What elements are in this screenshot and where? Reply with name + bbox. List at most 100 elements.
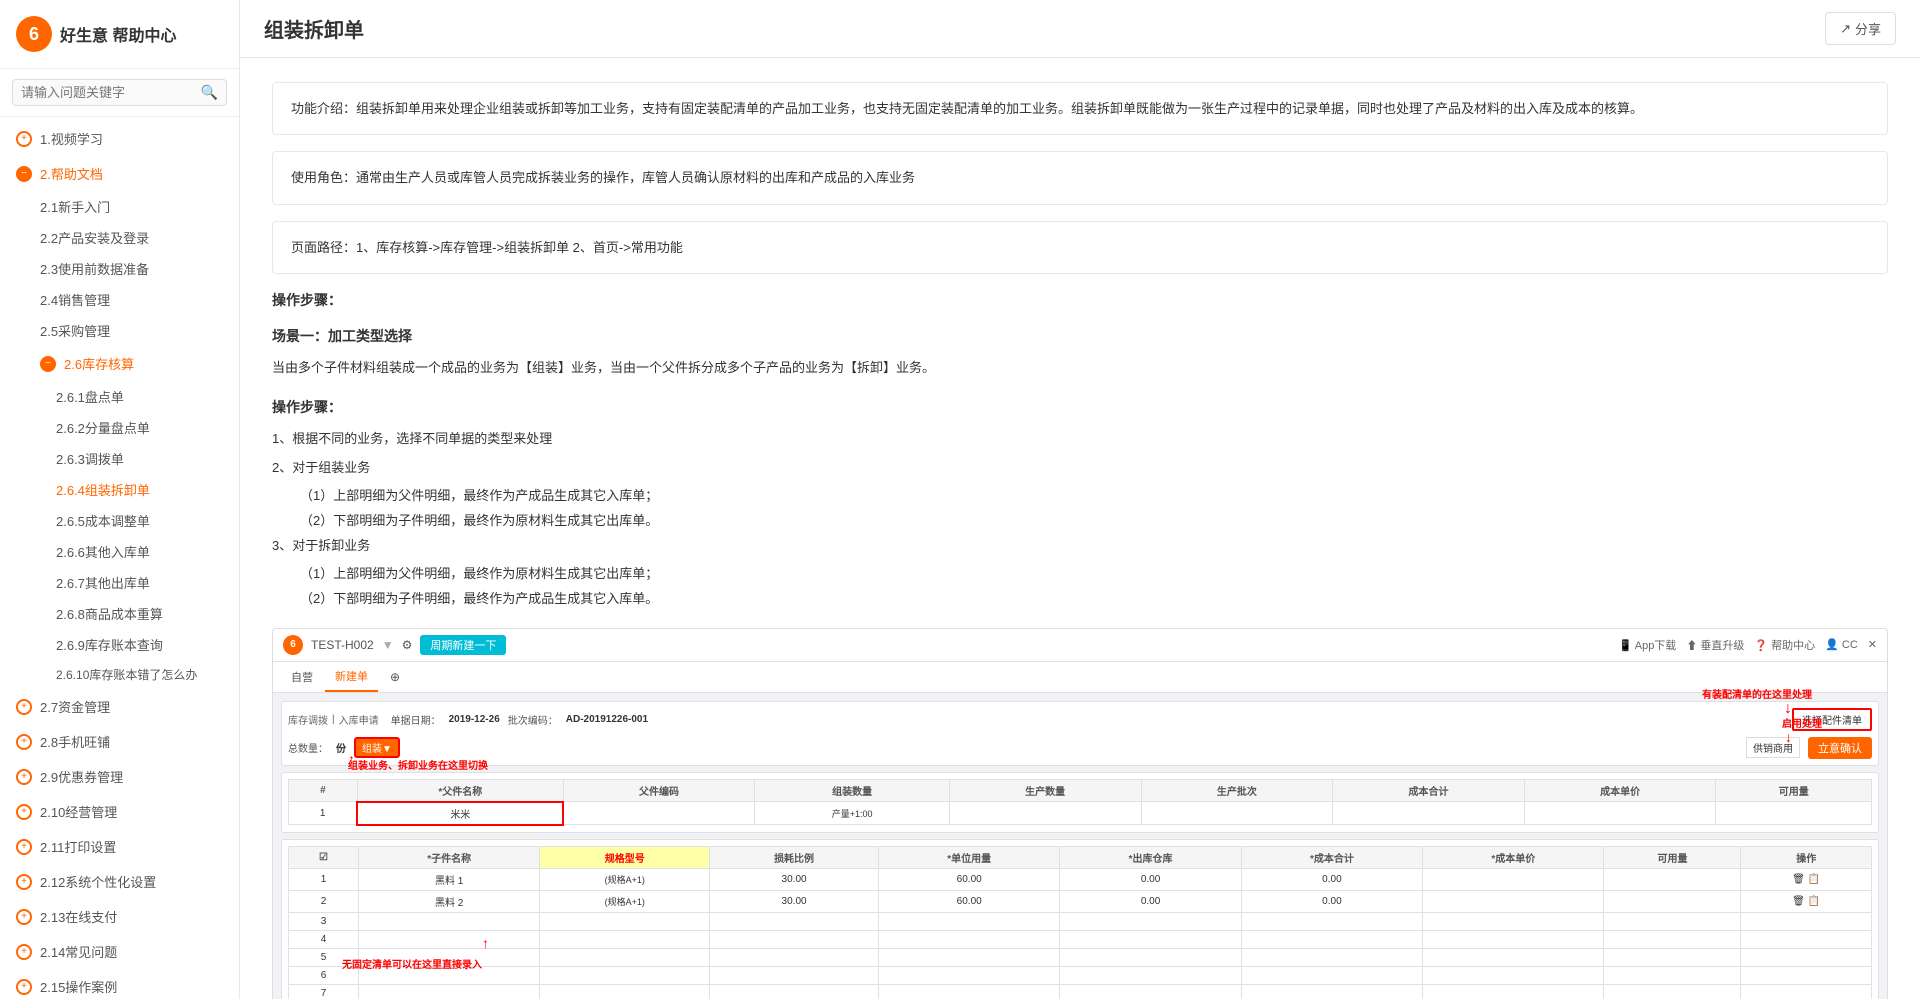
plus-icon-2-9: + bbox=[16, 769, 32, 785]
ss-td-pcode bbox=[563, 802, 755, 825]
ss-nav-home: 自营 bbox=[281, 663, 323, 691]
search-icon[interactable]: 🔍 bbox=[201, 84, 218, 101]
ss-lower-table: ☑ *子件名称 规格型号 损耗比例 *单位用量 *出库仓库 *成本合计 *成本单… bbox=[288, 846, 1872, 999]
table-row: 2 黑料 2 (规格A+1) 30.00 60.00 0.00 0.00 🗑 📋 bbox=[289, 890, 1872, 912]
step3: 3、对于拆卸业务 bbox=[272, 534, 1888, 559]
sidebar-item-2-10[interactable]: + 2.10经营管理 bbox=[0, 794, 239, 829]
ss-td-cop1: 🗑 📋 bbox=[1741, 868, 1872, 890]
ss-lower-table-section: ☑ *子件名称 规格型号 损耗比例 *单位用量 *出库仓库 *成本合计 *成本单… bbox=[281, 839, 1879, 999]
ss-td-cn1: 黑料 1 bbox=[359, 868, 540, 890]
step3-sub1: （1）上部明细为父件明细，最终作为原材料生成其它出库单； bbox=[300, 562, 1888, 587]
ss-td-ctu2 bbox=[1423, 890, 1604, 912]
ss-th-parent-code: 父件编码 bbox=[563, 779, 755, 802]
intro-func-block: 功能介绍：组装拆卸单用来处理企业组装或拆卸等加工业务，支持有固定装配清单的产品加… bbox=[272, 82, 1888, 135]
plus-icon-2-15: + bbox=[16, 979, 32, 995]
ss-arrow3: ↓ bbox=[1785, 729, 1792, 745]
ss-th-wh: *出库仓库 bbox=[1060, 846, 1241, 868]
sidebar-item-2-5[interactable]: 2.5采购管理 bbox=[0, 315, 239, 346]
ss-count-label: 总数量： bbox=[288, 740, 328, 755]
sidebar-item-2-6-9[interactable]: 2.6.9库存账本查询 bbox=[0, 629, 239, 660]
ss-annotation2: 组装业务、拆卸业务在这里切换 bbox=[348, 757, 488, 772]
app-title: 好生意 帮助中心 bbox=[60, 22, 176, 46]
ss-upgrade: ⬆ 垂直升级 bbox=[1686, 637, 1744, 653]
sidebar-item-2-6-4[interactable]: 2.6.4组装拆卸单 bbox=[0, 474, 239, 505]
sidebar-item-docs[interactable]: − 2.帮助文档 bbox=[0, 156, 239, 191]
sidebar-item-2-9[interactable]: + 2.9优惠券管理 bbox=[0, 759, 239, 794]
ss-th-avail: 可用量 bbox=[1716, 779, 1872, 802]
sidebar-item-2-3[interactable]: 2.3使用前数据准备 bbox=[0, 253, 239, 284]
ss-th-avail2: 可用量 bbox=[1604, 846, 1741, 868]
sidebar-item-2-6-1[interactable]: 2.6.1盘点单 bbox=[0, 381, 239, 412]
sidebar-item-2-11[interactable]: + 2.11打印设置 bbox=[0, 829, 239, 864]
scene1-desc: 当由多个子件材料组装成一个成品的业务为【组装】业务，当由一个父件拆分成多个子产品… bbox=[272, 356, 1888, 381]
sidebar-item-2-6-5[interactable]: 2.6.5成本调整单 bbox=[0, 505, 239, 536]
ss-td-pquantity bbox=[949, 802, 1141, 825]
sidebar-item-2-12[interactable]: + 2.12系统个性化设置 bbox=[0, 864, 239, 899]
intro-role-text: 使用角色：通常由生产人员或库管人员完成拆装业务的操作，库管人员确认原材料的出库和… bbox=[291, 170, 915, 185]
step2-sub1: （1）上部明细为父件明细，最终作为产成品生成其它入库单； bbox=[300, 484, 1888, 509]
intro-path-block: 页面路径：1、库存核算->库存管理->组装拆卸单 2、首页->常用功能 bbox=[272, 221, 1888, 274]
ss-content: 库存调拨 | 入库申请 单据日期： 2019-12-26 批次编码： AD-20… bbox=[273, 693, 1887, 999]
sidebar-item-2-6[interactable]: − 2.6库存核算 bbox=[0, 346, 239, 381]
ss-th-batch: 生产批次 bbox=[1141, 779, 1333, 802]
ss-type-label: 库存调拨 bbox=[288, 712, 328, 727]
ss-td-ct1: 0.00 bbox=[1241, 868, 1422, 890]
screenshot: 6 TEST-H002 ▼ ⚙ 周期新建一下 📱 App下载 ⬆ 垂直升级 ❓ … bbox=[272, 628, 1888, 999]
sidebar-item-2-6-7[interactable]: 2.6.7其他出库单 bbox=[0, 567, 239, 598]
ops-title: 操作步骤： bbox=[272, 290, 1888, 310]
table-row: 5 bbox=[289, 948, 1872, 966]
ss-header: 6 TEST-H002 ▼ ⚙ 周期新建一下 📱 App下载 ⬆ 垂直升级 ❓ … bbox=[273, 629, 1887, 662]
logo-icon: 6 bbox=[16, 16, 52, 52]
ss-td-ca1 bbox=[1604, 868, 1741, 890]
plus-icon-2-14: + bbox=[16, 944, 32, 960]
search-input[interactable] bbox=[21, 85, 201, 100]
sidebar-item-2-1[interactable]: 2.1新手入门 bbox=[0, 191, 239, 222]
table-row: 1 米米 产量+1:00 bbox=[289, 802, 1872, 825]
ss-app-store: 📱 App下载 bbox=[1619, 637, 1677, 653]
ss-upper-table: # *父件名称 父件编码 组装数量 生产数量 生产批次 成本合计 成本单价 可用… bbox=[288, 779, 1872, 826]
ss-td-cl2: 30.00 bbox=[710, 890, 879, 912]
ss-topbar-right: 📱 App下载 ⬆ 垂直升级 ❓ 帮助中心 👤 CC ✕ bbox=[1619, 637, 1877, 653]
ss-confirm-btn: 立意确认 bbox=[1808, 737, 1872, 759]
sidebar-item-2-2[interactable]: 2.2产品安装及登录 bbox=[0, 222, 239, 253]
sidebar-item-2-7[interactable]: + 2.7资金管理 bbox=[0, 689, 239, 724]
ss-th-cost-u: *成本单价 bbox=[1423, 846, 1604, 868]
ss-td-avail bbox=[1716, 802, 1872, 825]
ss-th-spec: 规格型号 bbox=[540, 846, 710, 868]
sidebar-item-2-6-6[interactable]: 2.6.6其他入库单 bbox=[0, 536, 239, 567]
share-button[interactable]: ↗ 分享 bbox=[1825, 12, 1896, 45]
sidebar-label-2-7: 2.7资金管理 bbox=[40, 697, 110, 716]
ss-form-section: 库存调拨 | 入库申请 单据日期： 2019-12-26 批次编码： AD-20… bbox=[281, 701, 1879, 766]
ss-th-prod-qty: 生产数量 bbox=[949, 779, 1141, 802]
ss-th-check: ☑ bbox=[289, 846, 359, 868]
scene1-title: 场景一：加工类型选择 bbox=[272, 326, 1888, 346]
sidebar-item-2-6-2[interactable]: 2.6.2分量盘点单 bbox=[0, 412, 239, 443]
intro-path-text: 页面路径：1、库存核算->库存管理->组装拆卸单 2、首页->常用功能 bbox=[291, 240, 683, 255]
sidebar-item-2-4[interactable]: 2.4销售管理 bbox=[0, 284, 239, 315]
sidebar: 6 好生意 帮助中心 🔍 + 1.视频学习 − 2.帮助文档 2.1新手入门 2… bbox=[0, 0, 240, 999]
ss-upper-table-section: # *父件名称 父件编码 组装数量 生产数量 生产批次 成本合计 成本单价 可用… bbox=[281, 772, 1879, 833]
plus-icon-2-7: + bbox=[16, 699, 32, 715]
ss-td-cs1: (规格A+1) bbox=[540, 868, 710, 890]
sidebar-item-2-6-10[interactable]: 2.6.10库存账本错了怎么办 bbox=[0, 660, 239, 689]
ss-assy-toggle: 组装▼ bbox=[354, 737, 400, 758]
sidebar-item-2-8[interactable]: + 2.8手机旺铺 bbox=[0, 724, 239, 759]
sidebar-label-2-8: 2.8手机旺铺 bbox=[40, 732, 110, 751]
minus-icon-2-6: − bbox=[40, 356, 56, 372]
sidebar-item-2-14[interactable]: + 2.14常见问题 bbox=[0, 934, 239, 969]
ss-td-ca2 bbox=[1604, 890, 1741, 912]
sidebar-item-2-15[interactable]: + 2.15操作案例 bbox=[0, 969, 239, 999]
ss-th-unit-use: *单位用量 bbox=[879, 846, 1060, 868]
sidebar-label-2-10: 2.10经营管理 bbox=[40, 802, 117, 821]
ss-td-idx: 1 bbox=[289, 802, 358, 825]
plus-icon-2-11: + bbox=[16, 839, 32, 855]
sidebar-item-2-6-3[interactable]: 2.6.3调拨单 bbox=[0, 443, 239, 474]
ss-dropdown: ▼ bbox=[382, 638, 394, 652]
sidebar-item-2-13[interactable]: + 2.13在线支付 bbox=[0, 899, 239, 934]
ss-nav: 自营 新建单 ⊕ bbox=[273, 662, 1887, 693]
sidebar-item-2-6-8[interactable]: 2.6.8商品成本重算 bbox=[0, 598, 239, 629]
ss-th-cost-t: *成本合计 bbox=[1241, 846, 1422, 868]
sidebar-item-video[interactable]: + 1.视频学习 bbox=[0, 121, 239, 156]
sidebar-label-video: 1.视频学习 bbox=[40, 129, 103, 148]
sidebar-label-2-6: 2.6库存核算 bbox=[64, 354, 134, 373]
